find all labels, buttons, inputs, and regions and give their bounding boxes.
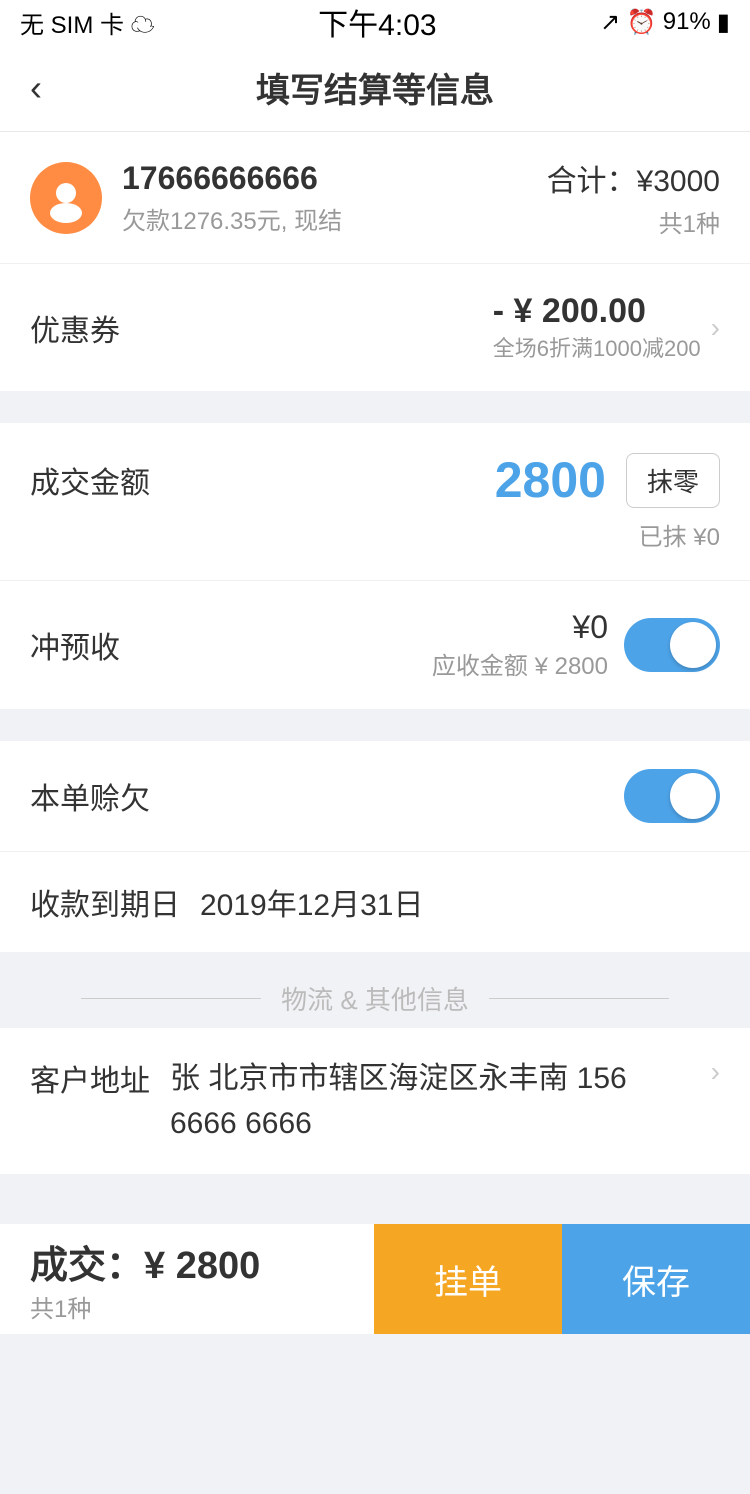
deal-amount: ¥ 2800 (144, 1245, 260, 1287)
debt-section: 本单赊欠 (0, 741, 750, 851)
debt-toggle-knob (670, 773, 716, 819)
amount-section: 成交金额 2800 抹零 已抹 ¥0 (0, 423, 750, 580)
coupon-amount: - ¥ 200.00 (493, 292, 701, 331)
separator-2 (0, 709, 750, 725)
prepaid-right: ¥0 应收金额 ¥ 2800 (432, 609, 720, 681)
prepaid-section: 冲预收 ¥0 应收金额 ¥ 2800 (0, 580, 750, 709)
prepaid-label: 冲预收 (30, 623, 120, 667)
user-row: 17666666666 欠款1276.35元, 现结 合计：¥3000 共1种 (0, 132, 750, 263)
coupon-row[interactable]: 优惠券 - ¥ 200.00 全场6折满1000减200 › (0, 263, 750, 391)
status-left: 无 SIM 卡 ☁ (20, 5, 155, 40)
bottom-deal-label: 成交：¥ 2800 (30, 1234, 344, 1289)
status-bar: 无 SIM 卡 ☁ 下午4:03 ↗ ⏰ 91% ▮ (0, 0, 750, 44)
bottom-summary: 成交：¥ 2800 共1种 (0, 1234, 374, 1324)
battery-level: 91% (663, 8, 711, 36)
receivable-amount: 应收金额 ¥ 2800 (432, 646, 608, 681)
user-left: 17666666666 欠款1276.35元, 现结 (30, 160, 342, 236)
deal-value: 2800 (495, 451, 606, 509)
address-value: 张 北京市市辖区海淀区永丰南 156 6666 6666 (170, 1056, 691, 1146)
address-label: 客户地址 (30, 1056, 150, 1100)
save-button[interactable]: 保存 (562, 1224, 750, 1334)
chevron-right-icon: › (711, 312, 720, 344)
amount-row: 成交金额 2800 抹零 (30, 451, 720, 509)
prepaid-amount: ¥0 (432, 609, 608, 646)
deal-prefix: 成交： (30, 1245, 144, 1287)
address-chevron-icon: › (711, 1056, 720, 1088)
prepaid-row: 冲预收 ¥0 应收金额 ¥ 2800 (30, 609, 720, 681)
status-right: ↗ ⏰ 91% ▮ (600, 8, 730, 37)
nav-bar: ‹ 填写结算等信息 (0, 44, 750, 132)
amount-label: 成交金额 (30, 458, 150, 502)
bottom-bar: 成交：¥ 2800 共1种 挂单 保存 (0, 1224, 750, 1334)
user-total: 合计：¥3000 共1种 (547, 156, 720, 239)
hang-button[interactable]: 挂单 (374, 1224, 562, 1334)
bottom-count: 共1种 (30, 1289, 344, 1324)
toggle-knob (670, 622, 716, 668)
total-count: 共1种 (547, 204, 720, 239)
avatar (30, 162, 102, 234)
status-time: 下午4:03 (318, 0, 436, 44)
user-card: 17666666666 欠款1276.35元, 现结 合计：¥3000 共1种 … (0, 132, 750, 391)
user-debt: 欠款1276.35元, 现结 (122, 201, 342, 236)
back-button[interactable]: ‹ (30, 67, 42, 109)
round-button[interactable]: 抹零 (626, 453, 720, 508)
already-rounded: 已抹 ¥0 (30, 517, 720, 552)
coupon-desc: 全场6折满1000减200 (493, 331, 701, 363)
user-info: 17666666666 欠款1276.35元, 现结 (122, 160, 342, 236)
battery-bar: ▮ (717, 8, 730, 37)
due-date-section: 收款到期日 2019年12月31日 (0, 851, 750, 952)
sim-status: 无 SIM 卡 ☁ (20, 5, 155, 40)
logistics-divider: 物流 & 其他信息 (0, 968, 750, 1028)
separator-1 (0, 407, 750, 423)
user-phone: 17666666666 (122, 160, 342, 197)
prepaid-toggle[interactable] (624, 618, 720, 672)
page-title: 填写结算等信息 (256, 63, 494, 112)
battery-icon: ↗ ⏰ (600, 8, 657, 37)
logistics-label: 物流 & 其他信息 (81, 980, 669, 1017)
debt-toggle[interactable] (624, 769, 720, 823)
coupon-right: - ¥ 200.00 全场6折满1000减200 › (493, 292, 720, 363)
due-date-label: 收款到期日 (30, 880, 180, 924)
address-section[interactable]: 客户地址 张 北京市市辖区海淀区永丰南 156 6666 6666 › (0, 1028, 750, 1174)
total-amount: 合计：¥3000 (547, 156, 720, 200)
coupon-label: 优惠券 (30, 306, 120, 350)
due-date-value: 2019年12月31日 (200, 880, 423, 924)
amount-right: 2800 抹零 (495, 451, 720, 509)
debt-label: 本单赊欠 (30, 774, 150, 818)
